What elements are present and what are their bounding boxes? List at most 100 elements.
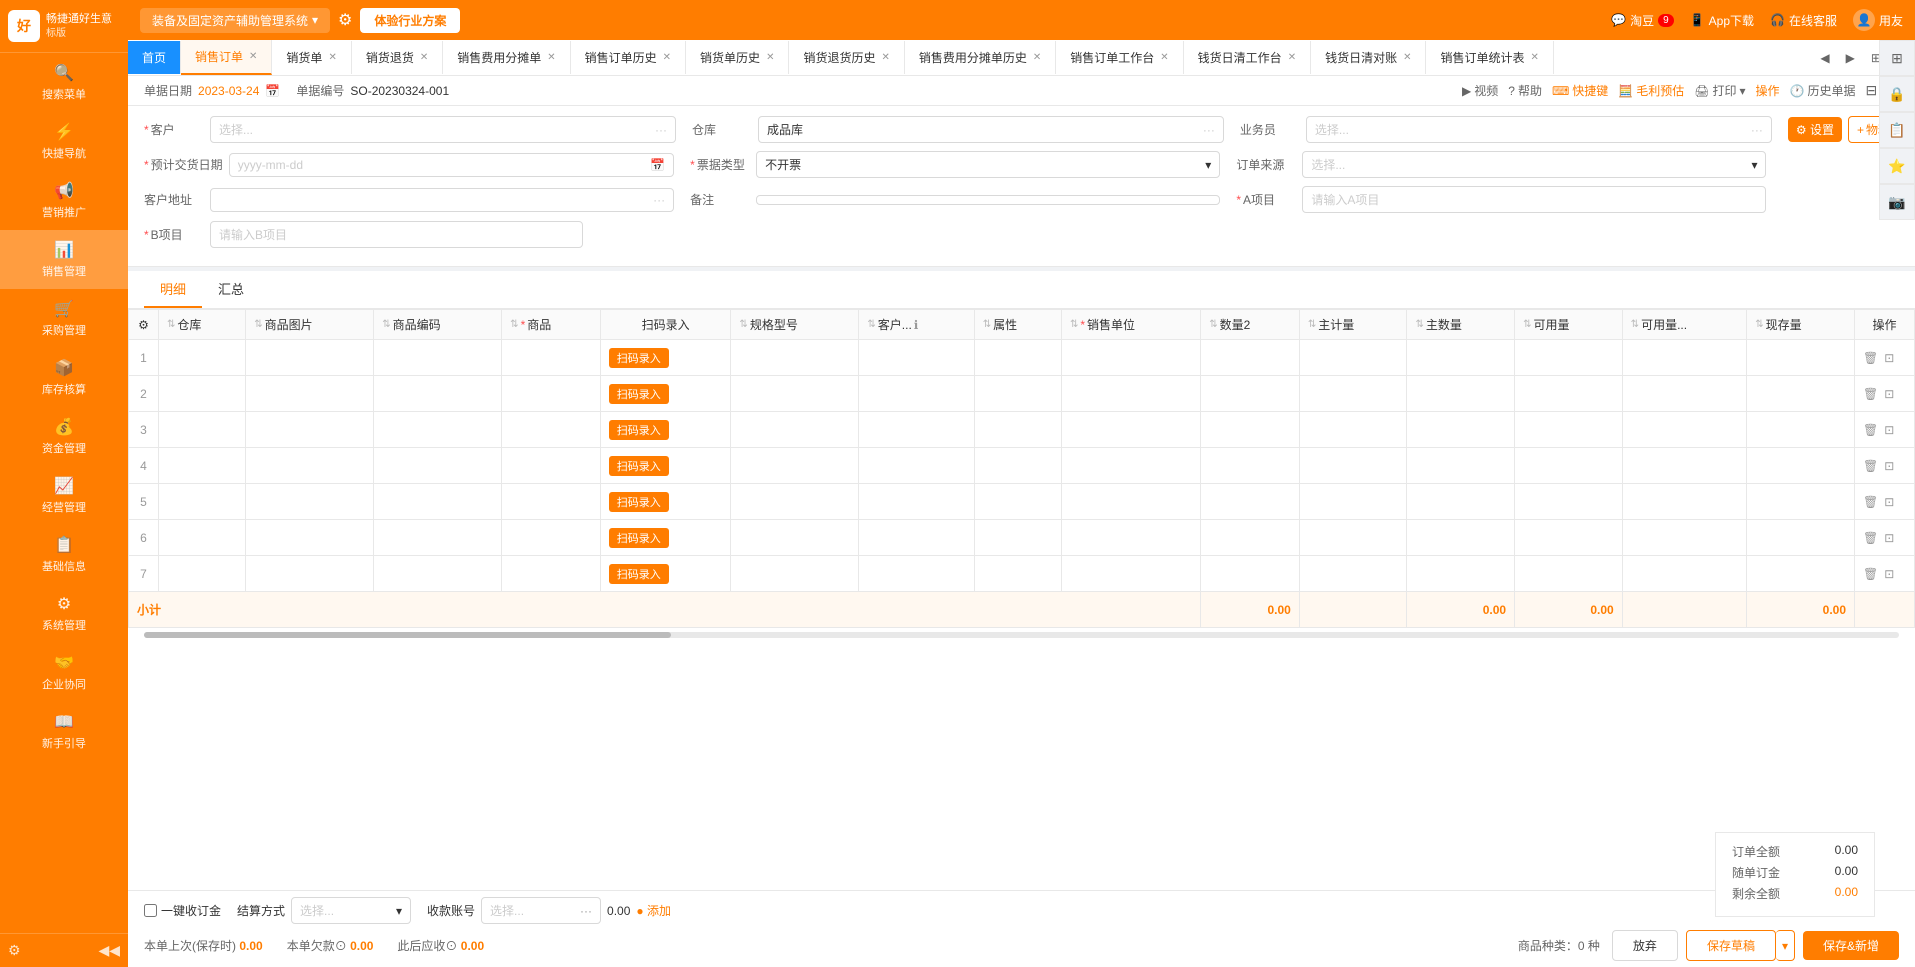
right-panel-btn-2[interactable]: 🔒: [1879, 76, 1915, 112]
table-cell[interactable]: [1515, 448, 1623, 484]
delete-row-icon[interactable]: 🗑: [1863, 423, 1878, 437]
table-cell[interactable]: 扫码录入: [600, 412, 731, 448]
table-cell[interactable]: [731, 376, 859, 412]
table-cell[interactable]: [1515, 484, 1623, 520]
right-panel-btn-3[interactable]: 📋: [1879, 112, 1915, 148]
discard-button[interactable]: 放弃: [1612, 930, 1678, 961]
table-cell[interactable]: [1747, 556, 1855, 592]
tab-close-fee-history[interactable]: ✕: [1033, 52, 1041, 63]
tab-cash-reconcile[interactable]: 钱货日清对账 ✕: [1311, 41, 1426, 74]
table-cell[interactable]: [1515, 556, 1623, 592]
delete-row-icon[interactable]: 🗑: [1863, 567, 1878, 581]
tab-close-invoice-history[interactable]: ✕: [766, 52, 774, 63]
tab-sales-invoice[interactable]: 销货单 ✕: [272, 41, 351, 74]
table-cell[interactable]: [731, 448, 859, 484]
table-scrollbar[interactable]: [128, 628, 1915, 642]
table-cell[interactable]: [1061, 448, 1200, 484]
table-cell[interactable]: [1061, 412, 1200, 448]
tab-close-return-history[interactable]: ✕: [881, 52, 889, 63]
sidebar-item-shortcut[interactable]: ⚡ 快捷导航: [0, 112, 128, 171]
table-cell[interactable]: [974, 448, 1061, 484]
th-main-qty[interactable]: ⇅主数量: [1407, 310, 1515, 340]
tab-close-sales-order[interactable]: ✕: [249, 51, 257, 62]
sidebar-item-guide[interactable]: 📖 新手引导: [0, 702, 128, 761]
scan-button[interactable]: 扫码录入: [609, 492, 669, 512]
table-cell[interactable]: [246, 340, 374, 376]
table-cell[interactable]: [374, 376, 502, 412]
save-new-button[interactable]: 保存&新增: [1803, 931, 1899, 960]
tab-prev-arrow[interactable]: ◀: [1812, 47, 1837, 69]
copy-row-icon[interactable]: ⊡: [1884, 495, 1894, 509]
table-cell[interactable]: [374, 556, 502, 592]
table-cell[interactable]: [1515, 412, 1623, 448]
tab-close-order-workbench[interactable]: ✕: [1160, 52, 1168, 63]
table-cell[interactable]: [1299, 520, 1407, 556]
tab-invoice-history[interactable]: 销货单历史 ✕: [686, 41, 789, 74]
table-cell[interactable]: [974, 340, 1061, 376]
table-cell[interactable]: [246, 484, 374, 520]
th-customer-product[interactable]: ⇅客户...ℹ: [859, 310, 974, 340]
tab-sales-fee[interactable]: 销售费用分摊单 ✕: [443, 41, 570, 74]
one-click-payment-checkbox[interactable]: [144, 904, 157, 917]
table-cell[interactable]: [1061, 376, 1200, 412]
table-cell[interactable]: [1201, 556, 1300, 592]
table-cell[interactable]: [1622, 484, 1747, 520]
payment-method-select[interactable]: 选择... ▾: [291, 897, 411, 924]
table-cell[interactable]: [1747, 448, 1855, 484]
th-attr[interactable]: ⇅属性: [974, 310, 1061, 340]
app-download-button[interactable]: 📱 App下载: [1690, 12, 1754, 29]
table-cell[interactable]: [374, 448, 502, 484]
th-spec[interactable]: ⇅规格型号: [731, 310, 859, 340]
tab-fee-history[interactable]: 销售费用分摊单历史 ✕: [905, 41, 1056, 74]
layout-icon-grid[interactable]: ⊟: [1866, 82, 1878, 99]
tab-close-sales-return[interactable]: ✕: [420, 52, 428, 63]
table-cell[interactable]: [159, 556, 246, 592]
right-panel-btn-1[interactable]: ⊞: [1879, 40, 1915, 76]
table-cell[interactable]: [502, 556, 601, 592]
tab-cash-workbench[interactable]: 钱货日清工作台 ✕: [1184, 41, 1311, 74]
table-cell[interactable]: [859, 484, 974, 520]
sidebar-item-marketing[interactable]: 📢 营销推广: [0, 171, 128, 230]
table-cell[interactable]: [1201, 340, 1300, 376]
sidebar-item-basic[interactable]: 📋 基础信息: [0, 525, 128, 584]
industry-solution-button[interactable]: 体验行业方案: [360, 8, 460, 33]
table-cell[interactable]: [1407, 340, 1515, 376]
add-receipt-button[interactable]: ● 添加: [636, 902, 671, 919]
tab-close-sales-invoice[interactable]: ✕: [328, 52, 336, 63]
table-cell[interactable]: [1515, 340, 1623, 376]
table-cell[interactable]: [1407, 484, 1515, 520]
tab-close-sales-order-history[interactable]: ✕: [663, 52, 671, 63]
b-project-input[interactable]: 请输入B项目: [210, 221, 583, 248]
calendar-icon[interactable]: 📅: [265, 84, 280, 98]
warehouse-input[interactable]: 成品库 ···: [758, 116, 1224, 143]
th-settings[interactable]: ⚙: [129, 310, 159, 340]
settings-bottom-icon[interactable]: ⚙: [8, 942, 21, 959]
table-cell[interactable]: [731, 520, 859, 556]
preview-action[interactable]: ▶ 视频: [1462, 82, 1498, 99]
notes-input[interactable]: [756, 195, 1220, 205]
order-source-select[interactable]: 选择... ▾: [1302, 151, 1766, 178]
tab-return-history[interactable]: 销货退货历史 ✕: [789, 41, 904, 74]
table-cell[interactable]: [246, 556, 374, 592]
save-draft-button[interactable]: 保存草稿: [1686, 930, 1776, 961]
customer-input[interactable]: 选择... ···: [210, 116, 676, 143]
scan-button[interactable]: 扫码录入: [609, 384, 669, 404]
tab-sales-order[interactable]: 销售订单 ✕: [181, 40, 272, 75]
table-cell[interactable]: [1747, 484, 1855, 520]
tab-sales-return[interactable]: 销货退货 ✕: [352, 41, 443, 74]
table-cell[interactable]: [1299, 376, 1407, 412]
table-cell[interactable]: [1407, 448, 1515, 484]
table-cell[interactable]: [1407, 556, 1515, 592]
history-action[interactable]: 🕐 历史单据: [1790, 82, 1856, 99]
tab-sales-order-history[interactable]: 销售订单历史 ✕: [571, 41, 686, 74]
save-draft-arrow-button[interactable]: ▾: [1776, 930, 1795, 961]
online-service-button[interactable]: 🎧 在线客服: [1770, 12, 1837, 29]
table-cell[interactable]: [1747, 376, 1855, 412]
sidebar-item-ops[interactable]: 📈 经营管理: [0, 466, 128, 525]
table-cell[interactable]: [246, 448, 374, 484]
table-cell[interactable]: [859, 520, 974, 556]
table-cell[interactable]: [502, 412, 601, 448]
a-project-input[interactable]: 请输入A项目: [1302, 186, 1766, 213]
delete-row-icon[interactable]: 🗑: [1863, 459, 1878, 473]
delete-row-icon[interactable]: 🗑: [1863, 531, 1878, 545]
